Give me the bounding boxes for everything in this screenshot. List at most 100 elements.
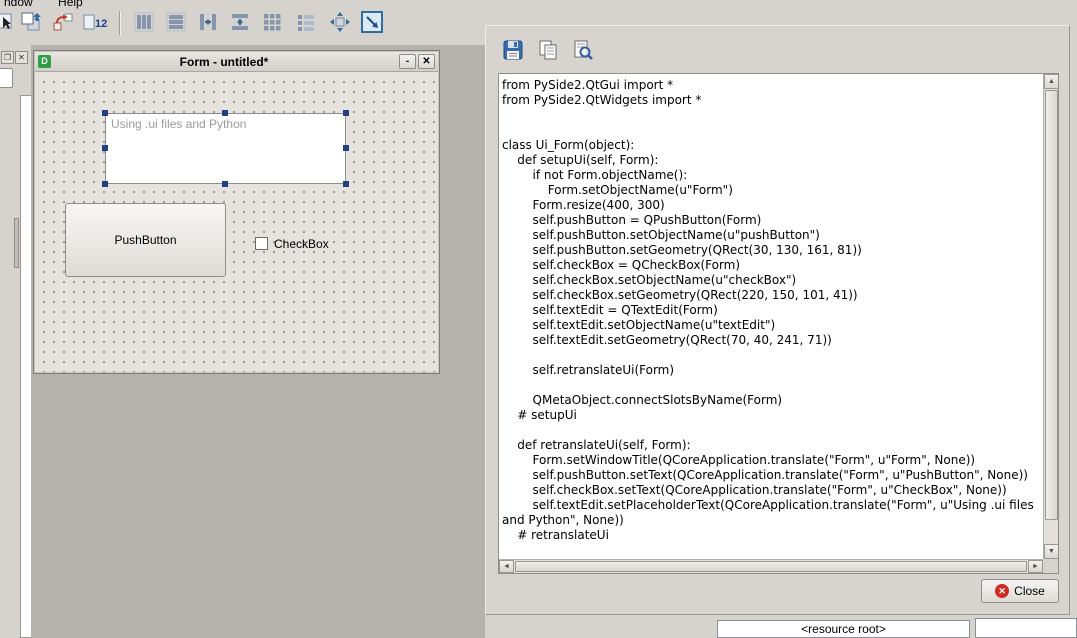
selection-handle-middle-right[interactable] [343,145,349,151]
edit-widgets-icon[interactable] [0,9,18,35]
selection-handle-top-center[interactable] [222,110,228,116]
selection-handle-bottom-center[interactable] [222,181,228,187]
checkbox-widget[interactable]: CheckBox [255,223,356,264]
code-line: self.pushButton.setGeometry(QRect(30, 13… [502,243,1041,258]
horizontal-scrollbar[interactable]: ◄ ► [499,559,1043,573]
pushbutton-widget[interactable]: PushButton [65,203,226,277]
splitter-vertical-glyph [229,11,251,33]
scrollbar-corner [1043,559,1058,573]
scroll-right-icon[interactable]: ► [1028,560,1043,573]
selection-handle-bottom-left[interactable] [102,181,108,187]
widget-box-scrollbar[interactable] [14,218,19,268]
code-line: # retranslateUi [502,528,1041,543]
layout-horizontal-icon[interactable] [131,9,157,35]
selection-handle-bottom-right[interactable] [343,181,349,187]
scroll-left-icon[interactable]: ◄ [499,560,514,573]
main-toolbar: 123 [0,9,480,41]
save-glyph [502,39,524,61]
code-line: QMetaObject.connectSlotsByName(Form) [502,393,1041,408]
toolbar-separator [119,11,121,35]
adjust-size-icon[interactable] [359,9,385,35]
break-layout-glyph [329,11,351,33]
form-editor-window: D Form - untitled* - ✕ Using .ui files a… [33,50,440,374]
minimize-button[interactable]: - [399,54,416,69]
code-line: # setupUi [502,408,1041,423]
edit-widgets-glyph [0,11,16,33]
layout-form-icon[interactable] [293,9,319,35]
code-preview-dialog: from PySide2.QtGui import * from PySide2… [485,25,1070,615]
splitter-vertical-icon[interactable] [227,9,253,35]
code-line: Form.setObjectName(u"Form") [502,183,1041,198]
code-line [502,348,1041,363]
splitter-horizontal-icon[interactable] [195,9,221,35]
code-line: if not Form.objectName(): [502,168,1041,183]
close-circle-icon: ✕ [995,584,1009,598]
resource-root-item[interactable]: <resource root> [718,621,969,637]
layout-grid-icon[interactable] [259,9,285,35]
checkbox-indicator[interactable] [255,237,268,250]
code-line: from PySide2.QtGui import * [502,78,1041,93]
layout-grid-glyph [261,11,283,33]
dock-float-icon[interactable]: ❐ [1,51,14,64]
layout-horizontal-glyph [133,11,155,33]
form-window-title: Form - untitled* [51,55,397,69]
code-line: self.checkBox.setGeometry(QRect(220, 150… [502,288,1041,303]
find-icon[interactable] [570,37,596,63]
close-button[interactable]: ✕ Close [981,579,1059,603]
adjust-size-glyph [360,10,384,34]
code-line [502,423,1041,438]
selection-handle-top-left[interactable] [102,110,108,116]
code-line: self.textEdit.setPlaceholderText(QCoreAp… [502,498,1041,513]
dock-close-icon[interactable]: ✕ [15,51,28,64]
code-dialog-toolbar [500,37,596,65]
code-line: self.pushButton.setObjectName(u"pushButt… [502,228,1041,243]
break-layout-icon[interactable] [327,9,353,35]
save-icon[interactable] [500,37,526,63]
scroll-up-icon[interactable]: ▲ [1044,74,1059,89]
code-line [502,123,1041,138]
svg-text:123: 123 [95,18,108,30]
edit-tab-order-icon[interactable]: 123 [80,9,110,35]
code-line: self.retranslateUi(Form) [502,363,1041,378]
layout-vertical-glyph [165,11,187,33]
horizontal-scroll-handle[interactable] [515,561,1027,572]
application-window: ndow Help [0,0,1077,638]
textedit-widget[interactable]: Using .ui files and Python [105,113,346,184]
selection-handle-top-right[interactable] [343,110,349,116]
code-view[interactable]: from PySide2.QtGui import * from PySide2… [498,73,1059,574]
close-window-button[interactable]: ✕ [418,54,435,69]
code-line: self.textEdit = QTextEdit(Form) [502,303,1041,318]
textedit-placeholder: Using .ui files and Python [111,117,246,131]
code-line: self.textEdit.setObjectName(u"textEdit") [502,318,1041,333]
menubar: ndow Help [4,0,105,9]
copy-icon[interactable] [535,37,561,63]
selection-handle-middle-left[interactable] [102,145,108,151]
edit-signals-slots-icon[interactable] [50,9,76,35]
code-line: Form.setWindowTitle(QCoreApplication.tra… [502,453,1041,468]
code-line: Form.resize(400, 300) [502,198,1041,213]
form-canvas[interactable]: Using .ui files and Python PushButton Ch… [35,73,438,372]
vertical-scrollbar[interactable]: ▲ ▼ [1043,74,1058,559]
scroll-down-icon[interactable]: ▼ [1044,544,1059,559]
code-line [502,108,1041,123]
code-line: from PySide2.QtWidgets import * [502,93,1041,108]
code-line: def setupUi(self, Form): [502,153,1041,168]
resource-side-panel[interactable] [975,618,1077,638]
widget-box-panel[interactable] [20,95,31,638]
code-line: and Python", None)) [502,513,1041,528]
widget-filter-input[interactable] [0,68,13,88]
layout-form-glyph [295,11,317,33]
code-line: self.checkBox.setText(QCoreApplication.t… [502,483,1041,498]
code-line: self.checkBox.setObjectName(u"checkBox") [502,273,1041,288]
copy-glyph [537,39,559,61]
menu-item-window[interactable]: ndow [4,0,33,9]
edit-tab-order-glyph: 123 [82,11,108,33]
menu-item-help[interactable]: Help [58,0,83,9]
resource-browser-panel[interactable]: <resource root> [717,620,970,638]
vertical-scroll-handle[interactable] [1045,90,1058,520]
layout-vertical-icon[interactable] [163,9,189,35]
code-line: self.checkBox = QCheckBox(Form) [502,258,1041,273]
form-window-titlebar[interactable]: D Form - untitled* - ✕ [35,52,438,72]
raise-widget-icon[interactable] [18,9,44,35]
form-window-icon: D [38,55,51,68]
